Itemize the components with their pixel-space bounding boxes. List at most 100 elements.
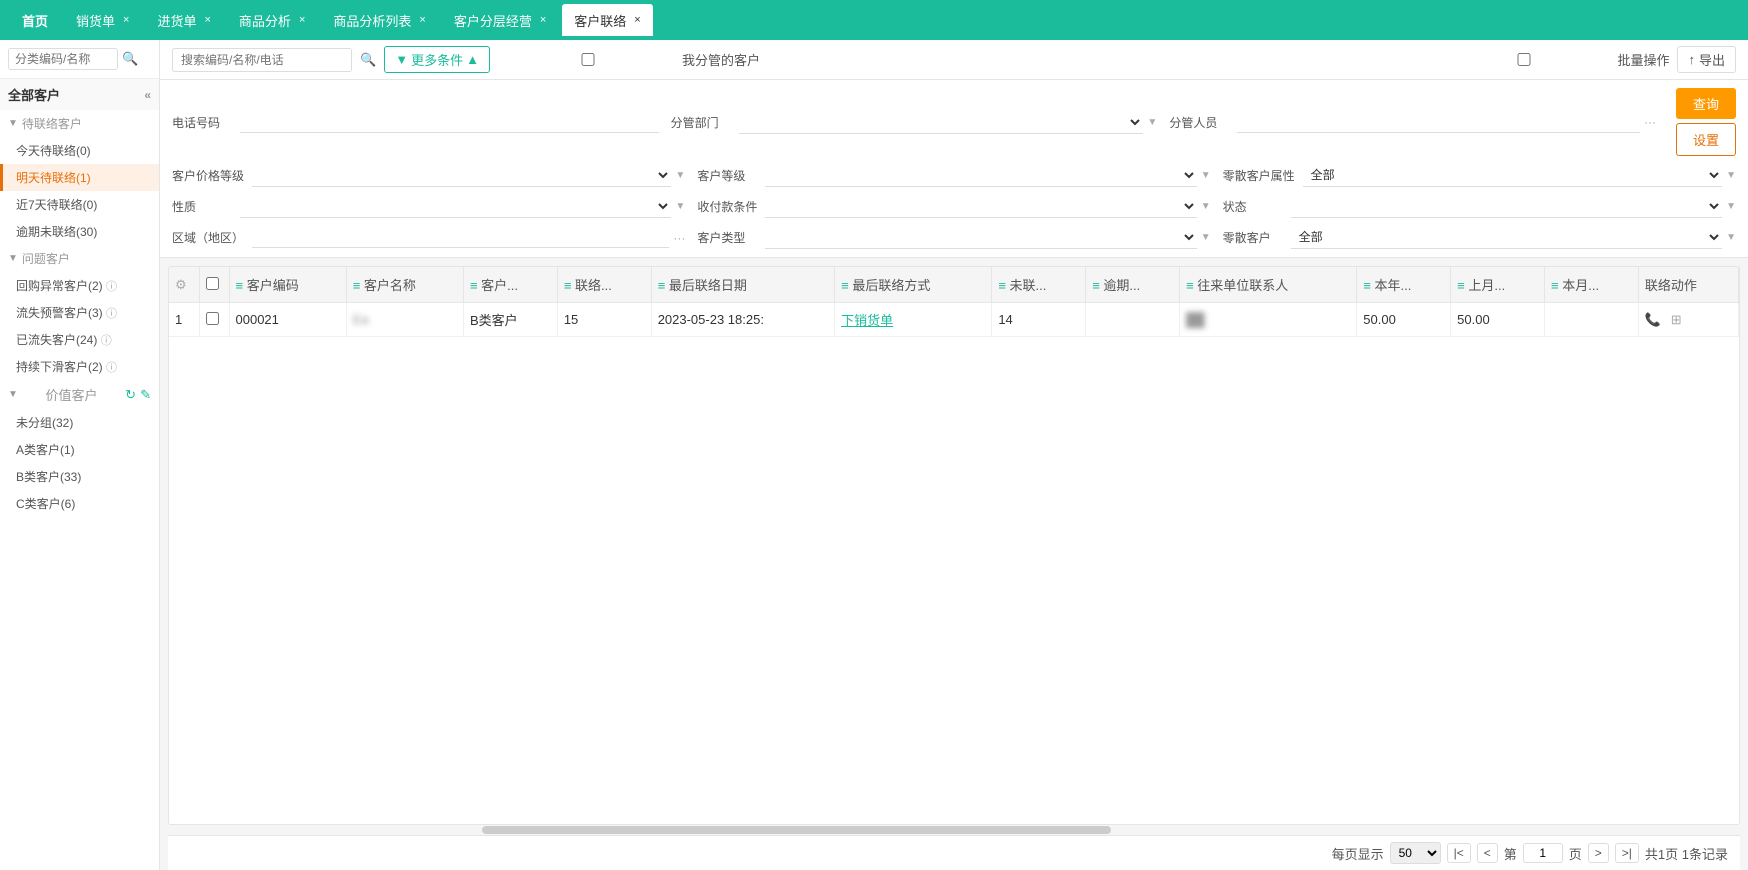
sidebar-search-icon[interactable]: 🔍 <box>122 51 138 67</box>
customer-name-text[interactable]: Ea <box>353 312 369 327</box>
scrollbar-thumb[interactable] <box>482 826 1111 834</box>
prev-page-btn[interactable]: < <box>1477 843 1498 863</box>
col-check[interactable] <box>199 267 229 303</box>
action-more-icon[interactable]: ⊞ <box>1671 312 1682 327</box>
more-conditions-btn[interactable]: ▼ 更多条件 ▲ <box>384 46 490 73</box>
batch-checkbox[interactable] <box>1434 53 1614 66</box>
grade-select[interactable] <box>765 164 1196 187</box>
reset-btn[interactable]: 设置 <box>1676 123 1736 156</box>
search-icon[interactable]: 🔍 <box>360 52 376 68</box>
sort-icon-lmonth[interactable]: ≡ <box>1457 278 1465 293</box>
next-page-btn[interactable]: > <box>1588 843 1609 863</box>
region-ellipsis[interactable]: ··· <box>673 231 685 245</box>
nav-customer-tier-close[interactable]: × <box>540 14 546 26</box>
all-customers-header[interactable]: 全部客户 « <box>0 79 159 110</box>
nav-customer-contact-close[interactable]: × <box>634 14 640 26</box>
sidebar-item-repurchase-anomaly[interactable]: 回购异常客户(2) ⓘ <box>0 272 159 299</box>
nav-customer-contact-label: 客户联络 <box>574 11 626 30</box>
customer-type-icon: ▼ <box>1201 232 1211 243</box>
nav-home[interactable]: 首页 <box>10 4 60 36</box>
sort-icon-month[interactable]: ≡ <box>1551 278 1559 293</box>
query-btn[interactable]: 查询 <box>1676 88 1736 119</box>
price-grade-select[interactable] <box>252 164 671 187</box>
nav-sales[interactable]: 销货单 × <box>64 4 141 36</box>
select-all-checkbox[interactable] <box>206 277 219 290</box>
nav-goods-analysis-close[interactable]: × <box>299 14 305 26</box>
group-pending-contact: 待联络客户 <box>0 110 159 137</box>
batch-action-check[interactable]: 批量操作 <box>1434 50 1669 69</box>
sort-icon-method[interactable]: ≡ <box>841 278 849 293</box>
row-checkbox[interactable] <box>206 312 219 325</box>
nav-customer-contact[interactable]: 客户联络 × <box>562 4 652 36</box>
collapse-icon: « <box>144 88 151 102</box>
value-refresh-icon[interactable]: ↻ <box>125 387 136 403</box>
my-customers-check[interactable]: 我分管的客户 <box>498 50 760 69</box>
customer-type-select[interactable] <box>765 226 1196 249</box>
payment-select[interactable] <box>765 195 1196 218</box>
col-overdue: ≡ 逾期... <box>1086 267 1180 303</box>
per-page-select[interactable]: 50 100 <box>1390 842 1441 864</box>
cell-overdue <box>1086 303 1180 337</box>
col-un-contact: ≡ 未联... <box>992 267 1086 303</box>
action-phone-icon[interactable]: 📞 <box>1645 312 1661 327</box>
manager-input[interactable] <box>1237 112 1640 133</box>
sidebar-search-input[interactable] <box>8 48 118 70</box>
sidebar-item-class-c[interactable]: C类客户(6) <box>0 490 159 517</box>
export-btn[interactable]: ↑ 导出 <box>1677 46 1736 73</box>
sidebar-item-overdue[interactable]: 逾期未联络(30) <box>0 218 159 245</box>
col-this-month: ≡ 本月... <box>1545 267 1639 303</box>
filter-actions: 查询 设置 <box>1676 88 1736 156</box>
sidebar-item-lost-warning[interactable]: 流失预警客户(3) ⓘ <box>0 299 159 326</box>
sidebar-item-today[interactable]: 今天待联络(0) <box>0 137 159 164</box>
top-nav: 首页 销货单 × 进货单 × 商品分析 × 商品分析列表 × 客户分层经营 × … <box>0 0 1748 40</box>
sort-icon-un[interactable]: ≡ <box>998 278 1006 293</box>
region-input[interactable] <box>252 227 669 248</box>
sidebar-item-tomorrow[interactable]: 明天待联络(1) <box>0 164 159 191</box>
sidebar-item-declining[interactable]: 持续下滑客户(2) ⓘ <box>0 353 159 380</box>
scatter-attr-select[interactable]: 全部 <box>1303 164 1722 187</box>
status-label: 状态 <box>1223 198 1283 215</box>
nav-goods-analysis-list[interactable]: 商品分析列表 × <box>321 4 437 36</box>
search-input[interactable] <box>172 48 352 72</box>
page-input[interactable] <box>1523 843 1563 863</box>
scatter-attr-label: 零散客户属性 <box>1223 167 1295 184</box>
last-page-btn[interactable]: >| <box>1615 843 1639 863</box>
dept-select[interactable] <box>739 111 1144 134</box>
more-conditions-label: 更多条件 <box>411 50 463 69</box>
value-edit-icon[interactable]: ✎ <box>140 387 151 403</box>
sidebar-item-class-b[interactable]: B类客户(33) <box>0 463 159 490</box>
col-settings[interactable]: ⚙ <box>169 267 199 303</box>
scatter-select[interactable]: 全部 <box>1291 226 1722 249</box>
sort-icon-name[interactable]: ≡ <box>353 278 361 293</box>
sort-icon[interactable]: ≡ <box>236 278 244 293</box>
phone-input[interactable] <box>240 112 659 133</box>
settings-icon[interactable]: ⚙ <box>175 277 187 292</box>
sort-icon-type[interactable]: ≡ <box>470 278 478 293</box>
sort-icon-date[interactable]: ≡ <box>658 278 666 293</box>
cell-check[interactable] <box>199 303 229 337</box>
sort-icon-overdue[interactable]: ≡ <box>1092 278 1100 293</box>
last-method-link[interactable]: 下销货单 <box>841 313 893 328</box>
my-customers-checkbox[interactable] <box>498 53 678 66</box>
sidebar-item-7days[interactable]: 近7天待联络(0) <box>0 191 159 218</box>
nav-goods-analysis-list-close[interactable]: × <box>419 14 425 26</box>
nav-customer-tier[interactable]: 客户分层经营 × <box>442 4 558 36</box>
manager-ellipsis[interactable]: ··· <box>1644 115 1656 129</box>
col-code: ≡ 客户编码 <box>229 267 346 303</box>
nav-sales-close[interactable]: × <box>123 14 129 26</box>
sidebar-item-class-a[interactable]: A类客户(1) <box>0 436 159 463</box>
sort-icon-contact[interactable]: ≡ <box>564 278 572 293</box>
dept-label: 分管部门 <box>671 114 731 131</box>
nav-goods-analysis[interactable]: 商品分析 × <box>227 4 317 36</box>
sidebar-item-ungrouped[interactable]: 未分组(32) <box>0 409 159 436</box>
sort-icon-year[interactable]: ≡ <box>1363 278 1371 293</box>
nav-purchase[interactable]: 进货单 × <box>145 4 222 36</box>
status-select[interactable] <box>1291 195 1722 218</box>
horizontal-scrollbar[interactable] <box>168 825 1740 835</box>
sidebar-item-lost[interactable]: 已流失客户(24) ⓘ <box>0 326 159 353</box>
first-page-btn[interactable]: |< <box>1447 843 1471 863</box>
sort-icon-unit[interactable]: ≡ <box>1186 278 1194 293</box>
cell-last-method[interactable]: 下销货单 <box>835 303 992 337</box>
nature-select[interactable] <box>240 195 671 218</box>
nav-purchase-close[interactable]: × <box>204 14 210 26</box>
